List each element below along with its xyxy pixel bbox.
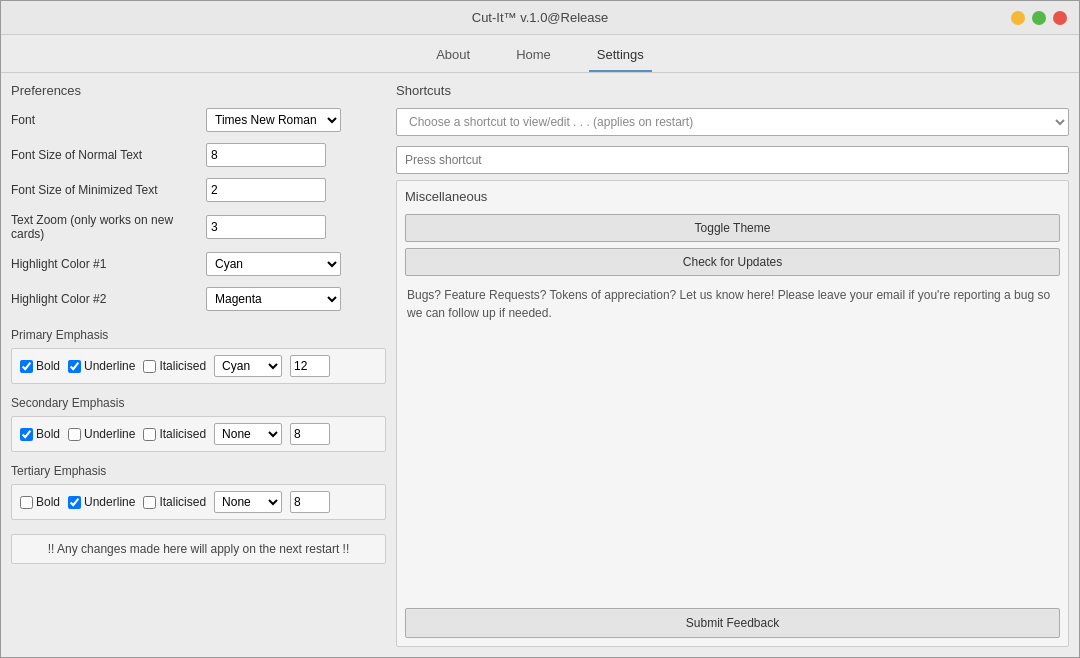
miscellaneous-section: Miscellaneous Toggle Theme Check for Upd… xyxy=(396,180,1069,647)
secondary-size-input[interactable] xyxy=(290,423,330,445)
main-content: Preferences Font Times New Roman Arial C… xyxy=(1,73,1079,657)
secondary-underline-label[interactable]: Underline xyxy=(68,427,135,441)
preferences-title: Preferences xyxy=(11,83,386,98)
tertiary-size-input[interactable] xyxy=(290,491,330,513)
font-size-minimized-input[interactable] xyxy=(206,178,326,202)
highlight-color-2-select[interactable]: Magenta Cyan Yellow Green None xyxy=(206,287,341,311)
tertiary-underline-label[interactable]: Underline xyxy=(68,495,135,509)
right-panel: Shortcuts Choose a shortcut to view/edit… xyxy=(396,83,1069,647)
primary-emphasis-title: Primary Emphasis xyxy=(11,328,386,342)
primary-bold-checkbox[interactable] xyxy=(20,360,33,373)
check-updates-button[interactable]: Check for Updates xyxy=(405,248,1060,276)
primary-color-select[interactable]: Cyan Yellow Magenta None xyxy=(214,355,282,377)
tertiary-color-select[interactable]: None Cyan Yellow Magenta xyxy=(214,491,282,513)
nav-bar: About Home Settings xyxy=(1,35,1079,73)
primary-underline-label[interactable]: Underline xyxy=(68,359,135,373)
tab-settings[interactable]: Settings xyxy=(589,43,652,72)
minimize-button[interactable] xyxy=(1011,11,1025,25)
font-size-minimized-label: Font Size of Minimized Text xyxy=(11,183,206,197)
tertiary-bold-checkbox[interactable] xyxy=(20,496,33,509)
font-size-normal-label: Font Size of Normal Text xyxy=(11,148,206,162)
secondary-bold-checkbox[interactable] xyxy=(20,428,33,441)
text-zoom-input[interactable] xyxy=(206,215,326,239)
secondary-emphasis-row: Bold Underline Italicised None Cyan Yell… xyxy=(11,416,386,452)
shortcuts-title: Shortcuts xyxy=(396,83,1069,98)
text-zoom-row: Text Zoom (only works on new cards) xyxy=(11,213,386,241)
secondary-bold-label[interactable]: Bold xyxy=(20,427,60,441)
tertiary-emphasis-row: Bold Underline Italicised None Cyan Yell… xyxy=(11,484,386,520)
misc-title: Miscellaneous xyxy=(405,189,1060,204)
tertiary-emphasis-section: Tertiary Emphasis Bold Underline Italici… xyxy=(11,464,386,520)
secondary-emphasis-title: Secondary Emphasis xyxy=(11,396,386,410)
primary-bold-label[interactable]: Bold xyxy=(20,359,60,373)
font-size-normal-input[interactable] xyxy=(206,143,326,167)
title-bar: Cut-It™ v.1.0@Release xyxy=(1,1,1079,35)
primary-size-input[interactable] xyxy=(290,355,330,377)
primary-underline-checkbox[interactable] xyxy=(68,360,81,373)
primary-italicised-checkbox[interactable] xyxy=(143,360,156,373)
primary-emphasis-row: Bold Underline Italicised Cyan Yellow Ma… xyxy=(11,348,386,384)
highlight-color-1-row: Highlight Color #1 Cyan Yellow Magenta G… xyxy=(11,252,386,276)
highlight-color-1-select[interactable]: Cyan Yellow Magenta Green None xyxy=(206,252,341,276)
secondary-italicised-checkbox[interactable] xyxy=(143,428,156,441)
tertiary-emphasis-title: Tertiary Emphasis xyxy=(11,464,386,478)
restart-notice: !! Any changes made here will apply on t… xyxy=(11,534,386,564)
main-window: Cut-It™ v.1.0@Release About Home Setting… xyxy=(0,0,1080,658)
font-label: Font xyxy=(11,113,206,127)
shortcut-select[interactable]: Choose a shortcut to view/edit . . . (ap… xyxy=(396,108,1069,136)
window-title: Cut-It™ v.1.0@Release xyxy=(472,10,609,25)
submit-feedback-button[interactable]: Submit Feedback xyxy=(405,608,1060,638)
toggle-theme-button[interactable]: Toggle Theme xyxy=(405,214,1060,242)
secondary-underline-checkbox[interactable] xyxy=(68,428,81,441)
primary-emphasis-section: Primary Emphasis Bold Underline Italicis… xyxy=(11,328,386,384)
preferences-panel: Preferences Font Times New Roman Arial C… xyxy=(11,83,386,647)
maximize-button[interactable] xyxy=(1032,11,1046,25)
font-size-normal-row: Font Size of Normal Text xyxy=(11,143,386,167)
secondary-color-select[interactable]: None Cyan Yellow Magenta xyxy=(214,423,282,445)
secondary-emphasis-section: Secondary Emphasis Bold Underline Italic… xyxy=(11,396,386,452)
highlight-color-2-label: Highlight Color #2 xyxy=(11,292,206,306)
feedback-text: Bugs? Feature Requests? Tokens of apprec… xyxy=(405,282,1060,602)
highlight-color-2-row: Highlight Color #2 Magenta Cyan Yellow G… xyxy=(11,287,386,311)
font-select[interactable]: Times New Roman Arial Courier New Georgi… xyxy=(206,108,341,132)
font-row: Font Times New Roman Arial Courier New G… xyxy=(11,108,386,132)
highlight-color-1-label: Highlight Color #1 xyxy=(11,257,206,271)
tertiary-underline-checkbox[interactable] xyxy=(68,496,81,509)
tab-about[interactable]: About xyxy=(428,43,478,72)
shortcut-input[interactable] xyxy=(396,146,1069,174)
tertiary-italicised-label[interactable]: Italicised xyxy=(143,495,206,509)
window-controls xyxy=(1011,11,1067,25)
tertiary-italicised-checkbox[interactable] xyxy=(143,496,156,509)
text-zoom-label: Text Zoom (only works on new cards) xyxy=(11,213,206,241)
primary-italicised-label[interactable]: Italicised xyxy=(143,359,206,373)
font-size-minimized-row: Font Size of Minimized Text xyxy=(11,178,386,202)
secondary-italicised-label[interactable]: Italicised xyxy=(143,427,206,441)
tertiary-bold-label[interactable]: Bold xyxy=(20,495,60,509)
close-button[interactable] xyxy=(1053,11,1067,25)
tab-home[interactable]: Home xyxy=(508,43,559,72)
